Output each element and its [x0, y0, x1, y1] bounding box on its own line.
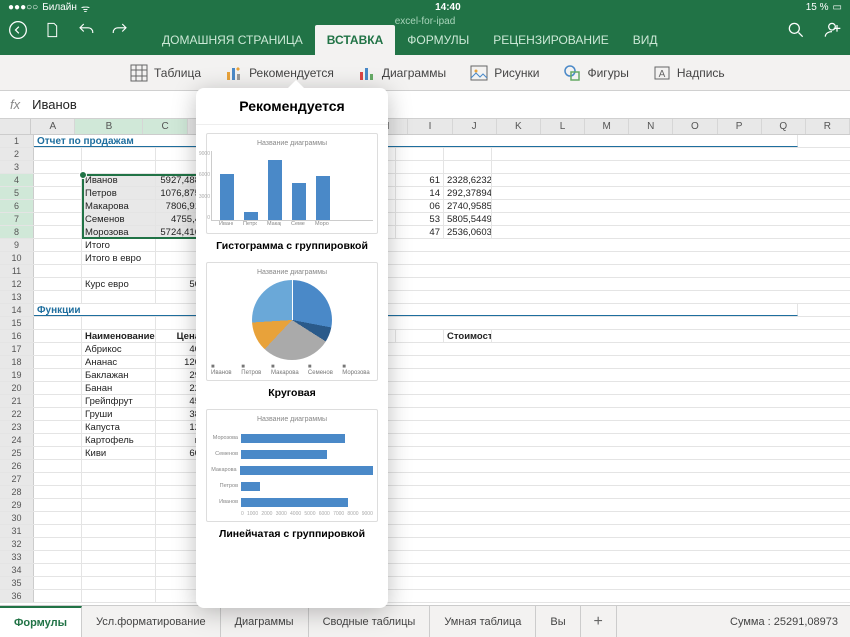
sheet-tab-formulas[interactable]: Формулы	[0, 606, 82, 637]
ribbon-recommended[interactable]: Рекомендуется	[225, 64, 334, 82]
col-P[interactable]: P	[718, 119, 762, 134]
battery-pct: 15 %	[806, 2, 829, 13]
tab-view[interactable]: ВИД	[621, 25, 670, 55]
clock: 14:40	[90, 2, 806, 13]
column-headers: A B C D E F G H I J K L M N O P Q R	[0, 119, 850, 135]
table-icon	[130, 64, 148, 82]
recommended-charts-popover: Рекомендуется Название диаграммы 9000600…	[196, 88, 388, 608]
col-B[interactable]: B	[75, 119, 143, 134]
bar-chart-preview: 9000600030000	[211, 151, 373, 221]
caption-bar: Гистограмма с группировкой	[206, 240, 378, 252]
chart-option-clustered-bar[interactable]: Название диаграммы Морозова Семенов Мака…	[206, 409, 378, 522]
ribbon-pictures[interactable]: Рисунки	[470, 64, 539, 82]
chart-option-clustered-column[interactable]: Название диаграммы 9000600030000 ИвановП…	[206, 133, 378, 234]
pie-chart-preview	[252, 280, 332, 360]
ribbon-tabs: ДОМАШНЯЯ СТРАНИЦА ВСТАВКА ФОРМУЛЫ РЕЦЕНЗ…	[150, 15, 669, 55]
col-I[interactable]: I	[408, 119, 452, 134]
section-functions: Функции	[34, 304, 798, 316]
fx-label: fx	[10, 97, 20, 112]
sheet-tab-more[interactable]: Вы	[536, 606, 580, 637]
ribbon-charts[interactable]: Диаграммы	[358, 64, 446, 82]
search-icon[interactable]	[786, 20, 806, 40]
col-C[interactable]: C	[143, 119, 187, 134]
caption-pie: Круговая	[206, 387, 378, 399]
chart-icon	[358, 64, 376, 82]
undo-icon[interactable]	[76, 20, 96, 40]
fx-value: Иванов	[32, 97, 77, 112]
tab-review[interactable]: РЕЦЕНЗИРОВАНИЕ	[481, 25, 620, 55]
svg-text:A: A	[659, 69, 666, 80]
signal-dots-icon: ●●●○○	[8, 2, 38, 13]
tab-insert[interactable]: ВСТАВКА	[315, 25, 395, 55]
caption-hbar: Линейчатая с группировкой	[206, 528, 378, 540]
hbar-chart-preview: Морозова Семенов Макарова Петров Иванов …	[211, 427, 373, 517]
status-sum: Сумма : 25291,08973	[718, 616, 850, 628]
ribbon-textbox[interactable]: AНадпись	[653, 64, 725, 82]
shapes-icon	[563, 64, 581, 82]
ribbon-shapes[interactable]: Фигуры	[563, 64, 628, 82]
col-L[interactable]: L	[541, 119, 585, 134]
col-A[interactable]: A	[31, 119, 75, 134]
share-icon[interactable]	[822, 20, 842, 40]
redo-icon[interactable]	[110, 20, 130, 40]
col-Q[interactable]: Q	[762, 119, 806, 134]
col-M[interactable]: M	[585, 119, 629, 134]
col-O[interactable]: O	[673, 119, 717, 134]
picture-icon	[470, 64, 488, 82]
popover-title: Рекомендуется	[196, 88, 388, 125]
pie-legend: ИвановПетровМакароваСеменовМорозова	[211, 364, 373, 376]
col-K[interactable]: K	[497, 119, 541, 134]
ribbon-table[interactable]: Таблица	[130, 64, 201, 82]
back-button[interactable]	[8, 20, 28, 40]
tab-formulas[interactable]: ФОРМУЛЫ	[395, 25, 481, 55]
sheet-tab-condformat[interactable]: Усл.форматирование	[82, 606, 221, 637]
spreadsheet-grid[interactable]: 1Отчет по продажам 2 3 4Иванов5927,48892…	[0, 135, 850, 605]
battery-icon: ▭	[833, 2, 842, 13]
recommended-chart-icon	[225, 64, 243, 82]
sheet-tab-smarttable[interactable]: Умная таблица	[430, 606, 536, 637]
col-R[interactable]: R	[806, 119, 850, 134]
status-bar: ●●●○○ Билайн ᯤ 14:40 15 % ▭	[0, 0, 850, 15]
ribbon-insert: Таблица Рекомендуется Диаграммы Рисунки …	[0, 55, 850, 91]
col-J[interactable]: J	[453, 119, 497, 134]
sheet-bar: Формулы Усл.форматирование Диаграммы Сво…	[0, 605, 850, 637]
col-N[interactable]: N	[629, 119, 673, 134]
app-header: ДОМАШНЯЯ СТРАНИЦА ВСТАВКА ФОРМУЛЫ РЕЦЕНЗ…	[0, 15, 850, 55]
wifi-icon: ᯤ	[81, 1, 90, 15]
textbox-icon: A	[653, 64, 671, 82]
cell[interactable]: Иванов	[82, 174, 156, 186]
add-sheet-button[interactable]: +	[581, 606, 617, 637]
formula-bar[interactable]: fx Иванов	[0, 91, 850, 119]
sheet-tab-pivot[interactable]: Сводные таблицы	[309, 606, 431, 637]
chart-option-pie[interactable]: Название диаграммы ИвановПетровМакароваС…	[206, 262, 378, 381]
tab-home[interactable]: ДОМАШНЯЯ СТРАНИЦА	[150, 25, 315, 55]
file-icon[interactable]	[42, 20, 62, 40]
carrier-label: Билайн	[42, 2, 77, 13]
section-sales: Отчет по продажам	[34, 135, 798, 147]
sheet-tab-charts[interactable]: Диаграммы	[221, 606, 309, 637]
